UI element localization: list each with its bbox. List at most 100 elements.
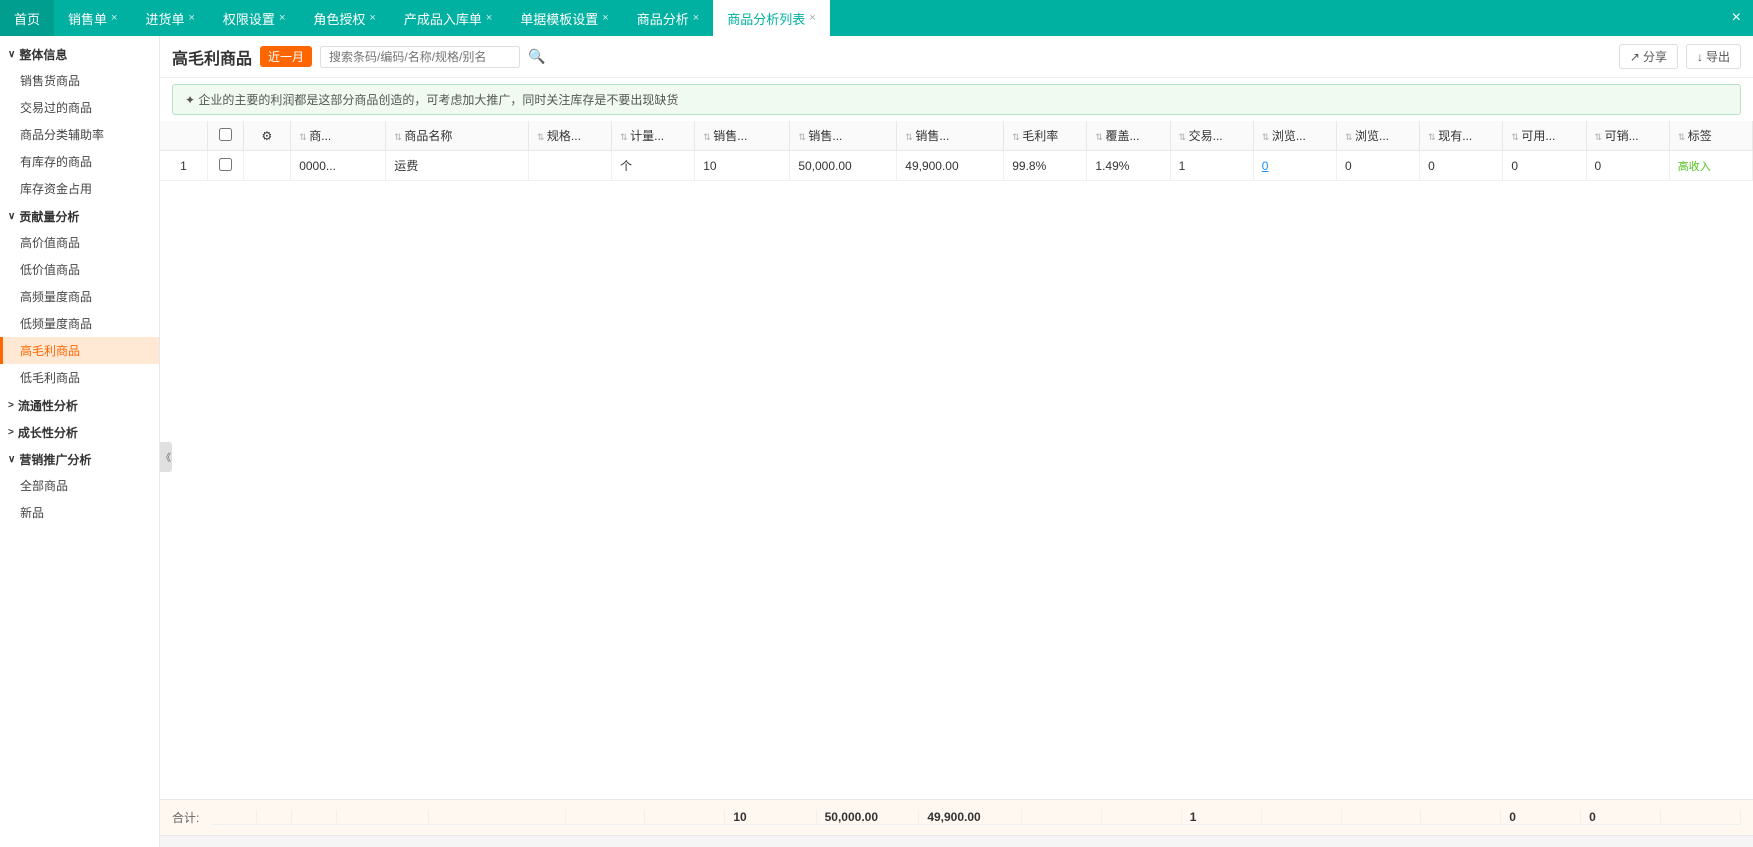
sidebar-item-high-margin[interactable]: 高毛利商品	[0, 337, 159, 364]
horizontal-scrollbar[interactable]	[160, 835, 1753, 847]
sidebar-item-low-margin[interactable]: 低毛利商品	[0, 364, 159, 391]
cell-browse1[interactable]: 0	[1253, 151, 1336, 181]
expand-arrow-wealth: ∨	[8, 211, 15, 222]
content-area: 高毛利商品 近一月 🔍 ↗ 分享 ↓ 导出 ✦ 企业的主要的利润都是这部分商品创…	[160, 36, 1753, 847]
share-button[interactable]: ↗ 分享	[1619, 44, 1678, 69]
cell-transaction: 1	[1170, 151, 1253, 181]
col-header-index[interactable]	[160, 121, 208, 151]
filter-period-button[interactable]: 近一月	[260, 46, 312, 67]
nav-item-1[interactable]: 销售单 ×	[54, 0, 131, 36]
col-header-check[interactable]	[208, 121, 244, 151]
footer-cells: 1050,000.0049,900.00100	[211, 810, 1741, 825]
sort-icon-name: ⇅	[394, 132, 404, 142]
nav-item-5[interactable]: 产成品入库单 ×	[390, 0, 506, 36]
col-header-margin_rate[interactable]: ⇅ 毛利率	[1004, 121, 1087, 151]
search-input[interactable]	[320, 46, 520, 68]
cell-check[interactable]	[208, 151, 244, 181]
sidebar-item-high-value[interactable]: 高价值商品	[0, 229, 159, 256]
cell-tag: 高收入	[1669, 151, 1752, 181]
nav-item-2[interactable]: 进货单 ×	[131, 0, 208, 36]
info-banner: ✦ 企业的主要的利润都是这部分商品创造的，可考虑加大推广，同时关注库存是不要出现…	[172, 84, 1741, 115]
footer-cell-browse2	[1341, 810, 1421, 825]
col-header-sales_amount[interactable]: ⇅ 销售...	[790, 121, 897, 151]
close-all-tabs-button[interactable]: ×	[1720, 9, 1753, 27]
top-navigation: 首页销售单 ×进货单 ×权限设置 ×角色授权 ×产成品入库单 ×单据模板设置 ×…	[0, 0, 1753, 36]
col-header-spec[interactable]: ⇅ 规格...	[528, 121, 611, 151]
sidebar-collapse-button[interactable]: 《	[160, 442, 172, 472]
nav-close-8[interactable]: ×	[809, 12, 815, 24]
col-header-code[interactable]: ⇅ 商...	[291, 121, 386, 151]
expand-arrow-growth: >	[8, 427, 14, 438]
page-title: 高毛利商品	[172, 45, 252, 69]
nav-close-7[interactable]: ×	[693, 12, 699, 24]
nav-item-3[interactable]: 权限设置 ×	[209, 0, 299, 36]
sidebar-item-traded-goods[interactable]: 交易过的商品	[0, 94, 159, 121]
footer-cell-index	[211, 810, 257, 825]
sort-icon-sales_amount: ⇅	[798, 132, 808, 142]
nav-close-3[interactable]: ×	[279, 12, 285, 24]
browse-link[interactable]: 0	[1262, 159, 1269, 173]
sidebar-item-new-goods[interactable]: 新品	[0, 499, 159, 526]
sort-icon-spec: ⇅	[537, 132, 547, 142]
cell-margin_rate: 99.8%	[1004, 151, 1087, 181]
sidebar: ∨整体信息销售货商品交易过的商品商品分类辅助率有库存的商品库存资金占用∨贡献量分…	[0, 36, 160, 847]
col-header-browse2[interactable]: ⇅ 浏览...	[1336, 121, 1419, 151]
cell-code: 0000...	[291, 151, 386, 181]
sidebar-section-marketing[interactable]: ∨营销推广分析	[0, 445, 159, 472]
nav-close-1[interactable]: ×	[111, 12, 117, 24]
col-header-sales_profit[interactable]: ⇅ 销售...	[897, 121, 1004, 151]
sort-icon-tag: ⇅	[1678, 132, 1688, 142]
nav-close-5[interactable]: ×	[486, 12, 492, 24]
col-header-unit[interactable]: ⇅ 计量...	[612, 121, 695, 151]
nav-item-8[interactable]: 商品分析列表 ×	[713, 0, 829, 36]
sidebar-item-low-freq[interactable]: 低频量度商品	[0, 310, 159, 337]
table-footer: 合计: 1050,000.0049,900.00100	[160, 799, 1753, 835]
export-button[interactable]: ↓ 导出	[1686, 44, 1741, 69]
sidebar-section-overall[interactable]: ∨整体信息	[0, 40, 159, 67]
footer-cell-check	[257, 810, 291, 825]
col-header-current[interactable]: ⇅ 现有...	[1420, 121, 1503, 151]
sort-icon-code: ⇅	[299, 132, 309, 142]
col-header-sales_qty[interactable]: ⇅ 销售...	[695, 121, 790, 151]
footer-cell-current	[1421, 810, 1501, 825]
sidebar-section-flow[interactable]: >流通性分析	[0, 391, 159, 418]
tag-badge: 高收入	[1678, 161, 1711, 173]
sort-icon-transaction: ⇅	[1179, 132, 1189, 142]
col-header-browse1[interactable]: ⇅ 浏览...	[1253, 121, 1336, 151]
sidebar-item-low-value[interactable]: 低价值商品	[0, 256, 159, 283]
cell-sales_amount: 50,000.00	[790, 151, 897, 181]
nav-close-2[interactable]: ×	[188, 12, 194, 24]
sidebar-item-goods-assist[interactable]: 商品分类辅助率	[0, 121, 159, 148]
footer-total-label: 合计:	[172, 809, 199, 826]
select-all-checkbox[interactable]	[219, 128, 232, 141]
footer-cell-saleable: 0	[1581, 810, 1661, 825]
row-checkbox[interactable]	[219, 158, 232, 171]
col-header-name[interactable]: ⇅ 商品名称	[386, 121, 529, 151]
sidebar-item-all-goods[interactable]: 全部商品	[0, 472, 159, 499]
col-header-tag[interactable]: ⇅ 标签	[1669, 121, 1752, 151]
sidebar-section-growth[interactable]: >成长性分析	[0, 418, 159, 445]
column-settings-icon[interactable]: ⚙	[262, 129, 273, 143]
sidebar-item-stocked-goods[interactable]: 有库存的商品	[0, 148, 159, 175]
nav-item-7[interactable]: 商品分析 ×	[623, 0, 713, 36]
cell-spec	[528, 151, 611, 181]
col-header-settings[interactable]: ⚙	[243, 121, 291, 151]
nav-item-0[interactable]: 首页	[0, 0, 54, 36]
col-header-coverage[interactable]: ⇅ 覆盖...	[1087, 121, 1170, 151]
footer-cell-settings	[291, 810, 337, 825]
sidebar-item-high-freq[interactable]: 高频量度商品	[0, 283, 159, 310]
sidebar-item-stock-capital[interactable]: 库存资金占用	[0, 175, 159, 202]
col-header-available[interactable]: ⇅ 可用...	[1503, 121, 1586, 151]
cell-current: 0	[1420, 151, 1503, 181]
sidebar-section-wealth[interactable]: ∨贡献量分析	[0, 202, 159, 229]
nav-close-4[interactable]: ×	[369, 12, 375, 24]
col-header-saleable[interactable]: ⇅ 可销...	[1586, 121, 1669, 151]
nav-close-6[interactable]: ×	[602, 12, 608, 24]
nav-item-4[interactable]: 角色授权 ×	[299, 0, 389, 36]
search-button[interactable]: 🔍	[528, 48, 545, 65]
sort-icon-browse2: ⇅	[1345, 132, 1355, 142]
nav-item-6[interactable]: 单据模板设置 ×	[506, 0, 622, 36]
col-header-transaction[interactable]: ⇅ 交易...	[1170, 121, 1253, 151]
sort-icon-sales_profit: ⇅	[905, 132, 915, 142]
sidebar-item-sales-goods[interactable]: 销售货商品	[0, 67, 159, 94]
